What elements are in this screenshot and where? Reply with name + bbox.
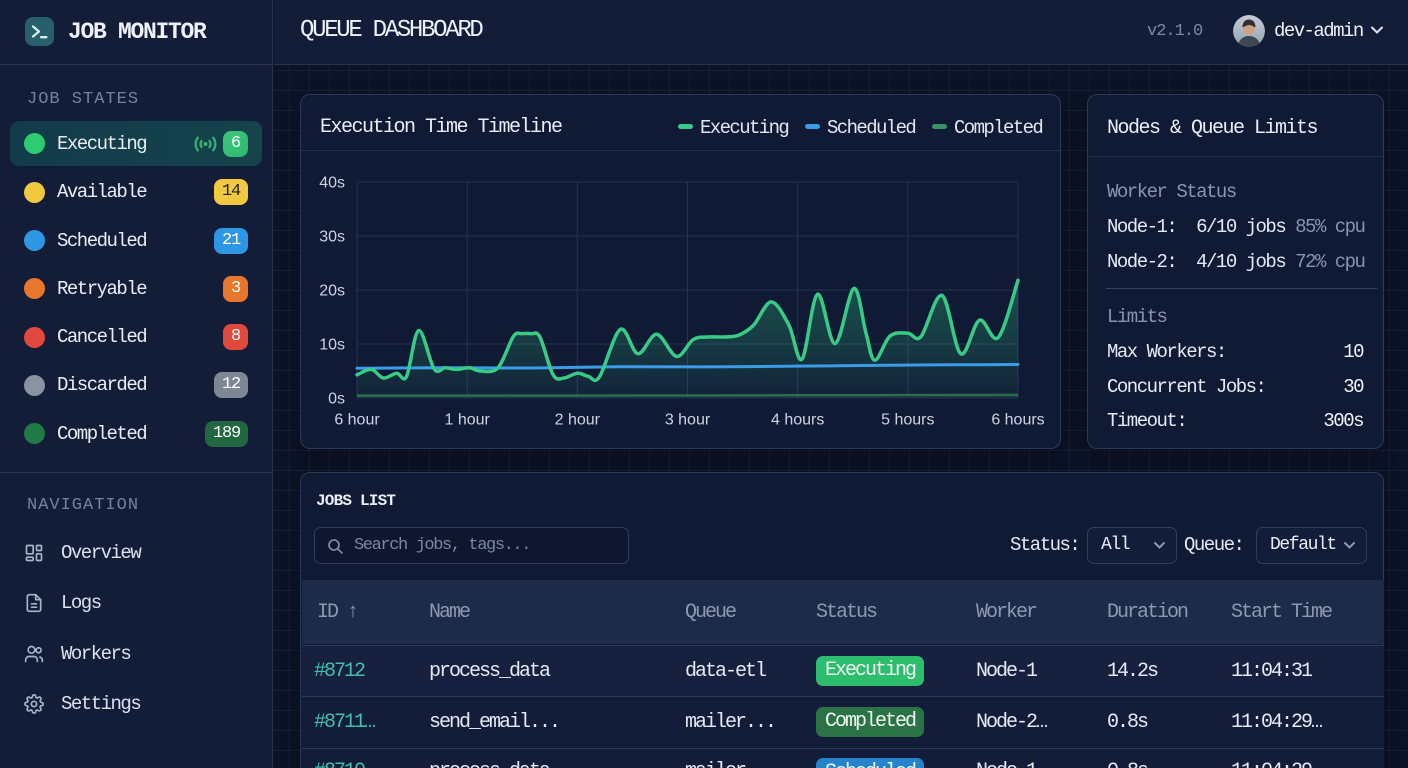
svg-text:1 hour: 1 hour [445,412,491,429]
svg-text:40s: 40s [319,175,345,192]
svg-text:2 hour: 2 hour [555,412,601,429]
svg-text:30s: 30s [319,229,345,246]
svg-text:5 hours: 5 hours [881,412,934,429]
svg-text:20s: 20s [319,283,345,300]
svg-text:6 hour: 6 hour [334,412,380,429]
svg-text:6 hours: 6 hours [991,412,1044,429]
svg-text:10s: 10s [319,337,345,354]
svg-text:4 hours: 4 hours [771,412,824,429]
svg-text:3 hour: 3 hour [665,412,711,429]
svg-text:0s: 0s [328,391,345,408]
